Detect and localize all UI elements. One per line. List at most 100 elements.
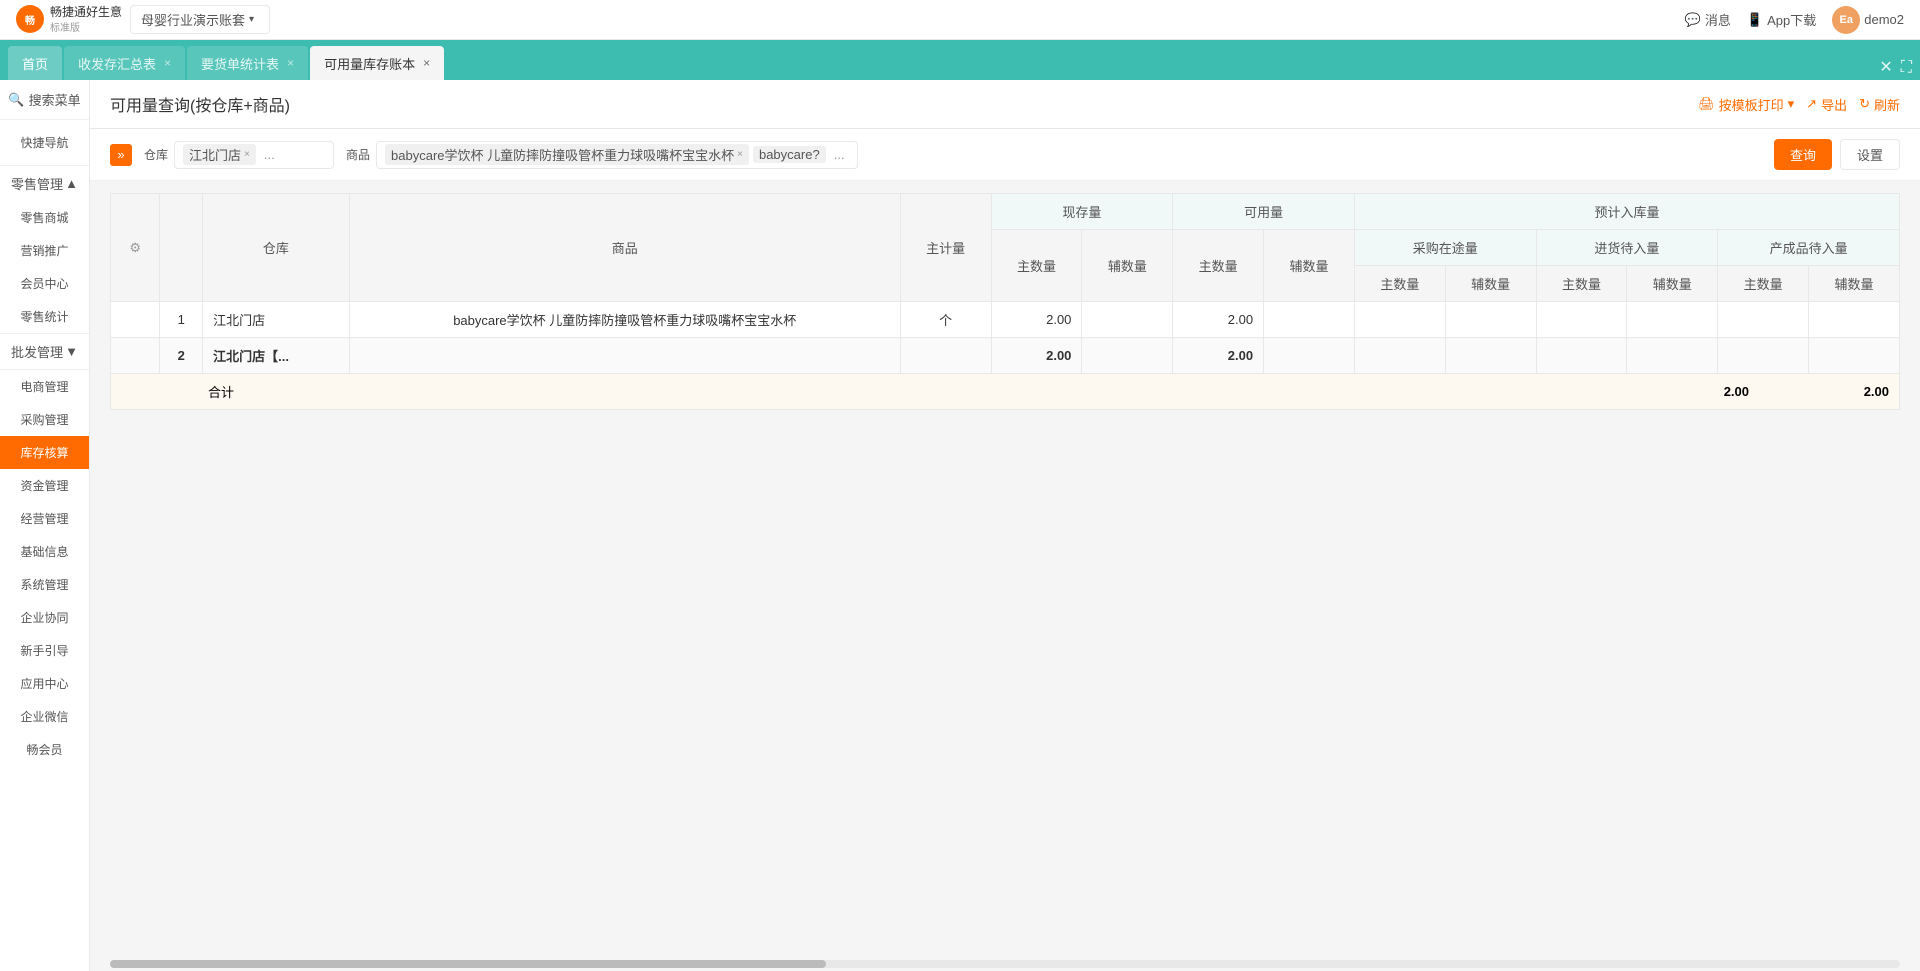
template-print-btn[interactable]: 🖨 按模板打印 ▾ xyxy=(1698,95,1794,114)
row1-stock-main: 2.00 xyxy=(991,302,1082,338)
print-chevron-icon: ▾ xyxy=(1788,96,1795,112)
th-index xyxy=(160,194,203,302)
row2-index: 2 xyxy=(160,338,203,374)
close-all-icon[interactable]: ✕ xyxy=(1879,60,1892,76)
warehouse-tag-1-close[interactable]: × xyxy=(244,149,250,160)
product-tag-1[interactable]: babycare学饮杯 儿童防摔防撞吸管杯重力球吸嘴杯宝宝水杯 × xyxy=(385,144,749,165)
sidebar-item-appcenter[interactable]: 应用中心 xyxy=(0,667,89,700)
sidebar-section-wholesale-header[interactable]: 批发管理 ▼ xyxy=(0,334,89,369)
search-menu-btn[interactable]: 🔍 搜索菜单 xyxy=(0,80,89,120)
row2-purchase-sub xyxy=(1445,338,1536,374)
wholesale-label: 批发管理 xyxy=(11,342,63,361)
top-bar-left: 畅 畅捷通好生意 标准版 母婴行业演示账套 ▾ xyxy=(16,5,270,34)
tab-receive-close[interactable]: × xyxy=(164,56,171,70)
sidebar-item-retail-promo[interactable]: 营销推广 xyxy=(0,234,89,267)
search-menu-label: 搜索菜单 xyxy=(29,90,81,109)
th-warehouse: 仓库 xyxy=(203,194,350,302)
product-tag-1-text: babycare学饮杯 儿童防摔防撞吸管杯重力球吸嘴杯宝宝水杯 xyxy=(391,145,734,164)
logo-area: 畅 畅捷通好生意 标准版 xyxy=(16,5,122,34)
row2-available-main: 2.00 xyxy=(1173,338,1264,374)
user-area[interactable]: Ea demo2 xyxy=(1832,6,1904,34)
tab-available-close[interactable]: × xyxy=(423,56,430,70)
th-forecast-group: 预计入库量 xyxy=(1354,194,1899,230)
product-tag-1-close[interactable]: × xyxy=(737,149,743,160)
filter-actions: 查询 设置 xyxy=(1774,139,1900,170)
sidebar-item-enterprise[interactable]: 企业协同 xyxy=(0,601,89,634)
export-label: 导出 xyxy=(1821,95,1847,114)
logo-text-area: 畅捷通好生意 标准版 xyxy=(50,5,122,34)
industry-select-label: 母婴行业演示账套 xyxy=(141,10,245,29)
quick-nav-item[interactable]: 快捷导航 xyxy=(0,126,89,159)
sidebar-item-basic[interactable]: 基础信息 xyxy=(0,535,89,568)
warehouse-input[interactable]: 江北门店 × ... xyxy=(174,141,334,169)
sidebar-item-finance[interactable]: 资金管理 xyxy=(0,469,89,502)
sidebar-item-retail-mall[interactable]: 零售商城 xyxy=(0,201,89,234)
sidebar-item-member2[interactable]: 畅会员 xyxy=(0,733,89,766)
row1-available-sub xyxy=(1264,302,1355,338)
sidebar-item-system[interactable]: 系统管理 xyxy=(0,568,89,601)
tab-order-close[interactable]: × xyxy=(287,56,294,70)
table-row: 1 江北门店 babycare学饮杯 儿童防摔防撞吸管杯重力球吸嘴杯宝宝水杯 个… xyxy=(111,302,1900,338)
sidebar-item-retail-stat[interactable]: 零售统计 xyxy=(0,300,89,333)
row1-stock-sub xyxy=(1082,302,1173,338)
chevron-up-icon: ▲ xyxy=(65,176,78,191)
warehouse-tag-1[interactable]: 江北门店 × xyxy=(183,144,256,165)
app-label: App下载 xyxy=(1767,10,1816,29)
sidebar-section-retail-header[interactable]: 零售管理 ▲ xyxy=(0,166,89,201)
export-btn[interactable]: ↗ 导出 xyxy=(1806,95,1847,114)
footer-available-main: 2.00 xyxy=(1809,384,1889,399)
filter-toggle-btn[interactable]: » xyxy=(110,144,132,166)
sidebar-item-purchase[interactable]: 采购管理 xyxy=(0,403,89,436)
row2-stock-sub xyxy=(1082,338,1173,374)
template-print-label: 按模板打印 xyxy=(1719,95,1784,114)
th-production-sub: 辅数量 xyxy=(1809,266,1900,302)
sidebar-item-operations[interactable]: 经营管理 xyxy=(0,502,89,535)
scroll-thumb[interactable] xyxy=(110,960,826,968)
table-row-subtotal: 2 江北门店【... 2.00 2.00 xyxy=(111,338,1900,374)
tab-order-label: 要货单统计表 xyxy=(201,54,279,73)
tab-home[interactable]: 首页 xyxy=(8,46,62,80)
logo-sub: 标准版 xyxy=(50,19,122,34)
setting-btn[interactable]: 设置 xyxy=(1840,139,1900,170)
product-input[interactable]: babycare学饮杯 儿童防摔防撞吸管杯重力球吸嘴杯宝宝水杯 × babyca… xyxy=(376,141,858,169)
horizontal-scrollbar[interactable] xyxy=(90,957,1920,971)
search-icon: 🔍 xyxy=(8,92,24,108)
avatar: Ea xyxy=(1832,6,1860,34)
data-table: ⚙ 仓库 商品 主计量 现存量 可用量 预计入库量 主数量 辅数量 xyxy=(110,193,1900,374)
warehouse-dots[interactable]: ... xyxy=(260,147,279,162)
export-icon: ↗ xyxy=(1806,96,1817,112)
tab-available[interactable]: 可用量库存账本 × xyxy=(310,46,444,80)
row1-incoming-main xyxy=(1536,302,1627,338)
tab-receive-label: 收发存汇总表 xyxy=(78,54,156,73)
tab-receive[interactable]: 收发存汇总表 × xyxy=(64,46,185,80)
sidebar-item-newbie[interactable]: 新手引导 xyxy=(0,634,89,667)
message-btn[interactable]: 💬 消息 xyxy=(1685,10,1731,29)
row1-available-main: 2.00 xyxy=(1173,302,1264,338)
product-dots[interactable]: ... xyxy=(830,147,849,162)
sidebar-item-inventory[interactable]: 库存核算 xyxy=(0,436,89,469)
table-settings-icon[interactable]: ⚙ xyxy=(129,240,141,255)
th-purchase-main: 主数量 xyxy=(1354,266,1445,302)
query-btn[interactable]: 查询 xyxy=(1774,139,1832,170)
sidebar-item-ecommerce[interactable]: 电商管理 xyxy=(0,370,89,403)
filter-bar: » 仓库 江北门店 × ... 商品 babycare学饮杯 儿童防摔防撞吸管杯… xyxy=(90,129,1920,181)
tab-order[interactable]: 要货单统计表 × xyxy=(187,46,308,80)
product-tag-2[interactable]: babycare? xyxy=(753,146,826,163)
th-production-main: 主数量 xyxy=(1718,266,1809,302)
warehouse-tag-1-text: 江北门店 xyxy=(189,145,241,164)
th-settings[interactable]: ⚙ xyxy=(111,194,160,302)
row2-incoming-sub xyxy=(1627,338,1718,374)
row2-warehouse: 江北门店【... xyxy=(203,338,350,374)
maximize-icon[interactable]: ⛶ xyxy=(1901,60,1912,76)
sidebar-item-retail-member[interactable]: 会员中心 xyxy=(0,267,89,300)
app-download-btn[interactable]: 📱 App下载 xyxy=(1747,10,1816,29)
refresh-btn[interactable]: ↻ 刷新 xyxy=(1859,95,1900,114)
row1-warehouse: 江北门店 xyxy=(203,302,350,338)
sidebar-item-wechat[interactable]: 企业微信 xyxy=(0,700,89,733)
th-production-group: 产成品待入量 xyxy=(1718,230,1900,266)
industry-select[interactable]: 母婴行业演示账套 ▾ xyxy=(130,5,270,34)
scroll-track xyxy=(110,960,1900,968)
row1-unit: 个 xyxy=(900,302,991,338)
th-incoming-group: 进货待入量 xyxy=(1536,230,1718,266)
message-icon: 💬 xyxy=(1685,12,1701,28)
